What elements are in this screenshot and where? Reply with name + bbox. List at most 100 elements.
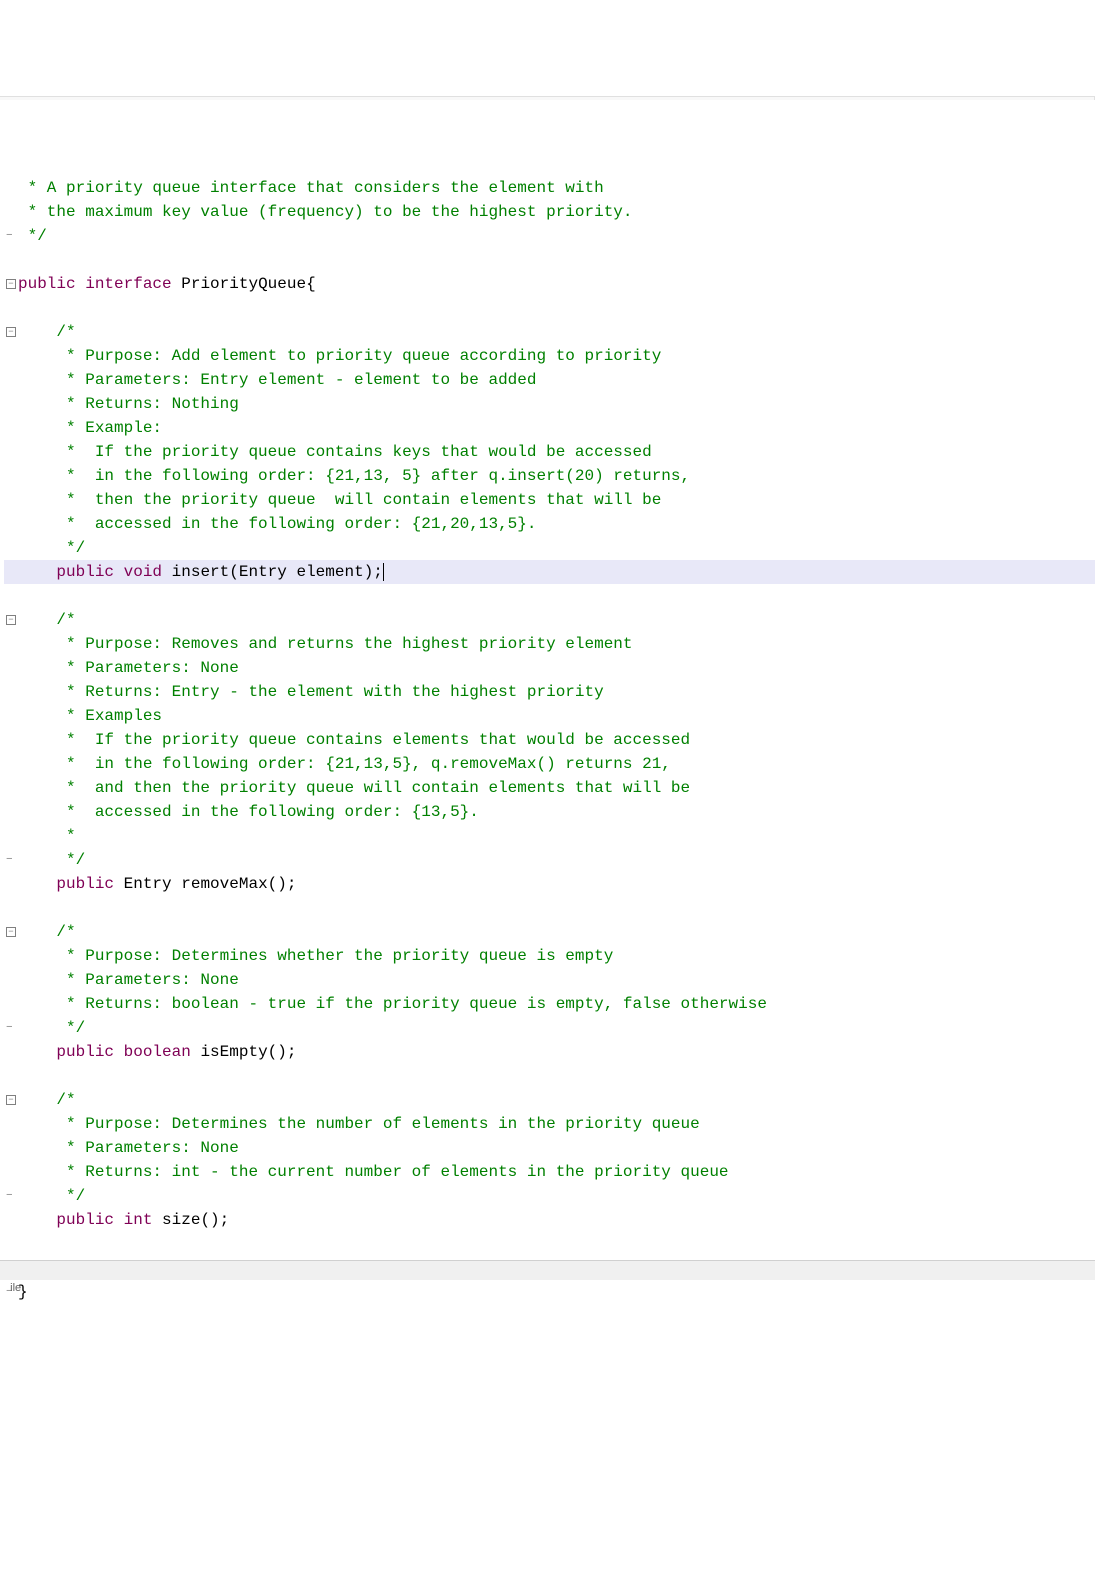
fold-gutter[interactable]: − — [6, 1020, 18, 1037]
code-content[interactable]: * Returns: Nothing — [18, 392, 239, 416]
code-line[interactable] — [4, 896, 1095, 920]
code-line[interactable]: * Purpose: Determines whether the priori… — [4, 944, 1095, 968]
fold-gutter[interactable]: − — [6, 276, 18, 293]
code-content[interactable]: * Parameters: None — [18, 1136, 239, 1160]
code-content[interactable]: /* — [18, 608, 76, 632]
code-line[interactable]: * — [4, 824, 1095, 848]
code-line[interactable]: * Returns: boolean - true if the priorit… — [4, 992, 1095, 1016]
code-content[interactable]: * accessed in the following order: {21,2… — [18, 512, 536, 536]
code-line[interactable]: public boolean isEmpty(); — [4, 1040, 1095, 1064]
code-line[interactable]: * Purpose: Determines the number of elem… — [4, 1112, 1095, 1136]
fold-gutter[interactable]: − — [6, 852, 18, 869]
code-content[interactable]: * in the following order: {21,13,5}, q.r… — [18, 752, 671, 776]
code-content[interactable]: * Purpose: Determines the number of elem… — [18, 1112, 700, 1136]
code-line[interactable] — [4, 1064, 1095, 1088]
code-content[interactable]: public Entry removeMax(); — [18, 872, 296, 896]
code-content[interactable]: * Example: — [18, 416, 162, 440]
code-line[interactable]: * Parameters: Entry element - element to… — [4, 368, 1095, 392]
code-line[interactable]: * in the following order: {21,13, 5} aft… — [4, 464, 1095, 488]
code-editor[interactable]: * A priority queue interface that consid… — [0, 148, 1095, 1428]
code-line[interactable]: −} — [4, 1280, 1095, 1304]
code-line[interactable] — [4, 248, 1095, 272]
code-content[interactable]: */ — [18, 1016, 85, 1040]
code-line[interactable] — [4, 1304, 1095, 1328]
code-content[interactable]: */ — [18, 536, 85, 560]
code-content[interactable]: public boolean isEmpty(); — [18, 1040, 296, 1064]
code-line[interactable]: * then the priority queue will contain e… — [4, 488, 1095, 512]
code-line[interactable]: − /* — [4, 608, 1095, 632]
code-line[interactable]: − */ — [4, 848, 1095, 872]
code-line[interactable]: * If the priority queue contains keys th… — [4, 440, 1095, 464]
code-line[interactable]: * Example: — [4, 416, 1095, 440]
code-content[interactable]: * Purpose: Determines whether the priori… — [18, 944, 613, 968]
code-line[interactable]: * in the following order: {21,13,5}, q.r… — [4, 752, 1095, 776]
code-line[interactable]: − */ — [4, 224, 1095, 248]
code-line[interactable]: − /* — [4, 320, 1095, 344]
code-content[interactable]: * A priority queue interface that consid… — [18, 176, 604, 200]
code-line[interactable]: − */ — [4, 1016, 1095, 1040]
code-content[interactable]: * Parameters: None — [18, 968, 239, 992]
fold-gutter[interactable]: − — [6, 1188, 18, 1205]
code-line[interactable]: − */ — [4, 1184, 1095, 1208]
code-content[interactable]: * Parameters: None — [18, 656, 239, 680]
code-content[interactable]: */ — [18, 848, 85, 872]
code-line[interactable]: * A priority queue interface that consid… — [4, 176, 1095, 200]
fold-gutter[interactable]: − — [6, 1092, 18, 1109]
code-line[interactable] — [4, 1232, 1095, 1256]
code-content[interactable]: public void insert(Entry element); — [18, 560, 384, 584]
code-line[interactable]: * the maximum key value (frequency) to b… — [4, 200, 1095, 224]
code-content[interactable]: */ — [18, 224, 47, 248]
code-line[interactable]: */ — [4, 536, 1095, 560]
code-content[interactable]: * Returns: Entry - the element with the … — [18, 680, 604, 704]
code-line[interactable]: * accessed in the following order: {21,2… — [4, 512, 1095, 536]
code-content[interactable]: * the maximum key value (frequency) to b… — [18, 200, 633, 224]
code-content[interactable]: public int size(); — [18, 1208, 229, 1232]
code-content[interactable]: * If the priority queue contains element… — [18, 728, 690, 752]
code-content[interactable]: * Returns: int - the current number of e… — [18, 1160, 729, 1184]
code-line[interactable]: * Purpose: Add element to priority queue… — [4, 344, 1095, 368]
code-line[interactable]: * Parameters: None — [4, 1136, 1095, 1160]
code-line[interactable]: public Entry removeMax(); — [4, 872, 1095, 896]
code-content[interactable]: * Examples — [18, 704, 162, 728]
code-line[interactable]: * Purpose: Removes and returns the highe… — [4, 632, 1095, 656]
code-content[interactable]: * in the following order: {21,13, 5} aft… — [18, 464, 690, 488]
code-line[interactable]: − /* — [4, 1088, 1095, 1112]
fold-gutter[interactable]: − — [6, 324, 18, 341]
code-content[interactable]: * then the priority queue will contain e… — [18, 488, 661, 512]
code-line[interactable]: * Examples — [4, 704, 1095, 728]
code-content[interactable]: * and then the priority queue will conta… — [18, 776, 690, 800]
code-line[interactable]: * Parameters: None — [4, 656, 1095, 680]
code-content[interactable]: */ — [18, 1184, 85, 1208]
code-line[interactable]: * Returns: Entry - the element with the … — [4, 680, 1095, 704]
code-content[interactable]: /* — [18, 320, 76, 344]
code-content[interactable]: * If the priority queue contains keys th… — [18, 440, 652, 464]
code-content[interactable]: * — [18, 824, 76, 848]
code-content[interactable]: /* — [18, 920, 76, 944]
code-line[interactable]: −public interface PriorityQueue{ — [4, 272, 1095, 296]
code-line[interactable]: − /* — [4, 920, 1095, 944]
code-line[interactable]: * If the priority queue contains element… — [4, 728, 1095, 752]
fold-collapse-icon[interactable]: − — [6, 927, 16, 937]
code-line[interactable]: public int size(); — [4, 1208, 1095, 1232]
code-line[interactable] — [4, 584, 1095, 608]
code-content[interactable]: public interface PriorityQueue{ — [18, 272, 316, 296]
code-line[interactable]: * and then the priority queue will conta… — [4, 776, 1095, 800]
code-content[interactable]: * Purpose: Removes and returns the highe… — [18, 632, 633, 656]
code-line[interactable]: * Returns: Nothing — [4, 392, 1095, 416]
code-line[interactable]: * accessed in the following order: {13,5… — [4, 800, 1095, 824]
fold-collapse-icon[interactable]: − — [6, 615, 16, 625]
code-line[interactable] — [4, 296, 1095, 320]
code-line[interactable]: public void insert(Entry element); — [4, 560, 1095, 584]
fold-gutter[interactable]: − — [6, 228, 18, 245]
code-content[interactable]: /* — [18, 1088, 76, 1112]
code-content[interactable]: * Returns: boolean - true if the priorit… — [18, 992, 767, 1016]
code-content[interactable]: * Parameters: Entry element - element to… — [18, 368, 536, 392]
fold-collapse-icon[interactable]: − — [6, 279, 16, 289]
code-line[interactable]: * Parameters: None — [4, 968, 1095, 992]
fold-collapse-icon[interactable]: − — [6, 1095, 16, 1105]
code-content[interactable]: * accessed in the following order: {13,5… — [18, 800, 479, 824]
fold-gutter[interactable]: − — [6, 612, 18, 629]
code-line[interactable]: * Returns: int - the current number of e… — [4, 1160, 1095, 1184]
code-content[interactable]: * Purpose: Add element to priority queue… — [18, 344, 661, 368]
fold-gutter[interactable]: − — [6, 924, 18, 941]
